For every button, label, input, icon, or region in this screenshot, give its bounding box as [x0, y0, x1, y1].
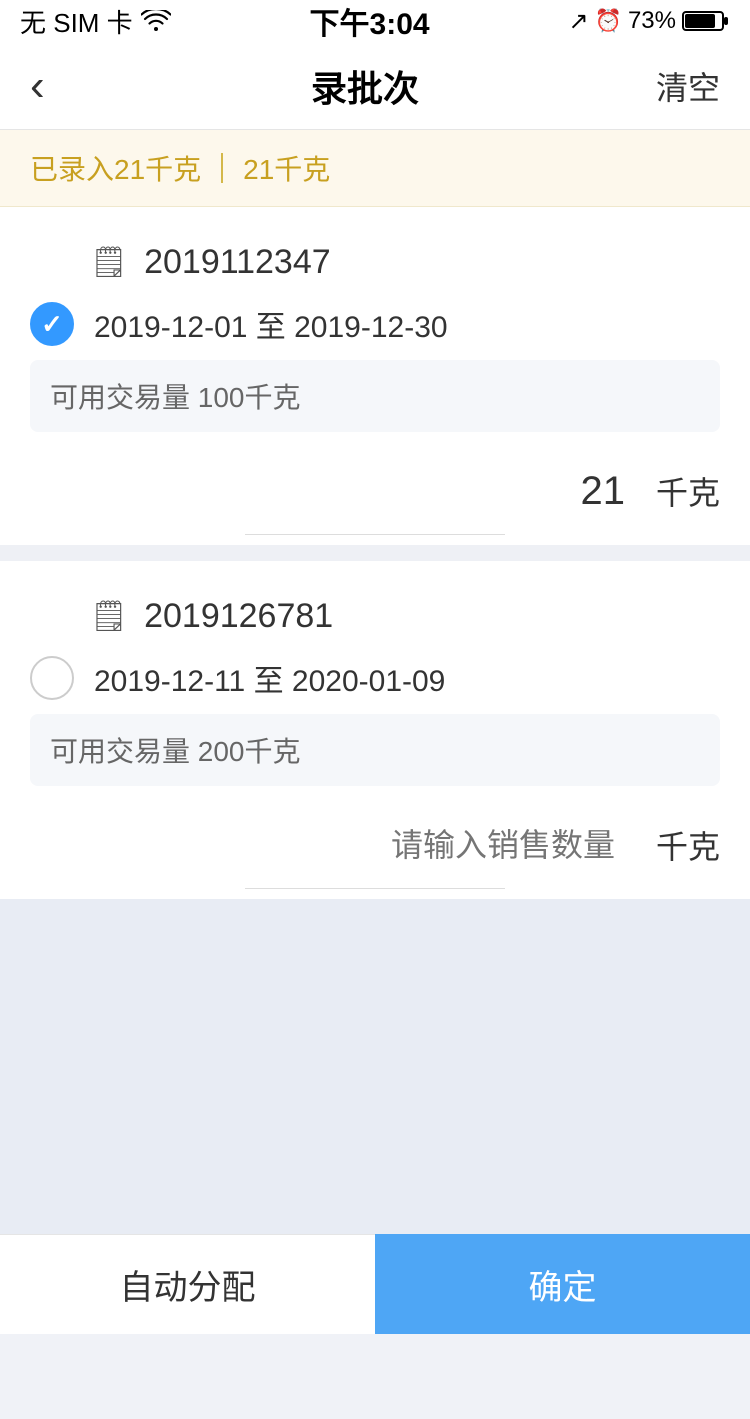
carrier-label: 无 SIM 卡 [20, 3, 133, 40]
location-icon: ↗ [568, 7, 588, 36]
auto-distribute-button[interactable]: 自动分配 [0, 1234, 375, 1334]
battery-icon [682, 9, 730, 33]
batch2-date-row: 2019-12-11 至 2020-01-09 [30, 646, 720, 710]
status-bar: 无 SIM 卡 下午3:04 ↗ ⏰ 73% [0, 0, 750, 42]
battery-percent: 73% [628, 7, 676, 35]
batch1-number: 2019112347 [144, 243, 331, 282]
status-right: ↗ ⏰ 73% [568, 7, 730, 36]
batch2-card: 🗒 2019126781 2019-12-11 至 2020-01-09 可用交… [0, 561, 750, 802]
info-tag: 已录入21千克 [30, 148, 201, 188]
info-value: 21千克 [243, 148, 330, 188]
batch2-avail: 可用交易量 200千克 [30, 714, 720, 786]
status-time: 下午3:04 [310, 0, 430, 43]
batch2-divider-wrap [0, 888, 750, 899]
batch1-doc-icon: 🗒 [90, 245, 128, 280]
batch1-radio[interactable] [30, 302, 74, 346]
batch1-card: 🗒 2019112347 2019-12-01 至 2019-12-30 可用交… [0, 207, 750, 448]
section-sep-1 [0, 545, 750, 561]
batch2-number: 2019126781 [144, 597, 333, 636]
batch1-divider-wrap [0, 534, 750, 545]
batch1-date-range: 2019-12-01 至 2019-12-30 [94, 302, 448, 346]
batch2-qty-row: 千克 [0, 802, 750, 888]
page-title: 录批次 [90, 60, 640, 112]
batch2-header: 🗒 2019126781 [30, 581, 720, 646]
back-button[interactable]: ‹ [30, 61, 90, 111]
bottom-bar: 自动分配 确定 [0, 1234, 750, 1334]
alarm-icon: ⏰ [595, 8, 622, 34]
batch2-radio[interactable] [30, 656, 74, 700]
clear-button[interactable]: 清空 [640, 63, 720, 109]
batch1-avail: 可用交易量 100千克 [30, 360, 720, 432]
batch2-doc-icon: 🗒 [90, 599, 128, 634]
batch2-qty-unit: 千克 [656, 822, 720, 868]
status-left: 无 SIM 卡 [20, 3, 171, 40]
batch1-qty-unit: 千克 [656, 468, 720, 514]
wifi-icon [141, 10, 171, 32]
info-divider [221, 153, 223, 183]
batch2-date-range: 2019-12-11 至 2020-01-09 [94, 656, 445, 700]
batch2-qty-divider [245, 888, 505, 889]
batch1-header: 🗒 2019112347 [30, 227, 720, 292]
spacer [30, 432, 720, 448]
info-banner: 已录入21千克 21千克 [0, 130, 750, 207]
batch1-qty-input[interactable] [520, 469, 640, 514]
batch1-qty-divider [245, 534, 505, 535]
nav-bar: ‹ 录批次 清空 [0, 42, 750, 130]
batch1-qty-row: 千克 [0, 448, 750, 534]
confirm-button[interactable]: 确定 [375, 1234, 750, 1334]
spacer2 [30, 786, 720, 802]
batch1-date-row: 2019-12-01 至 2019-12-30 [30, 292, 720, 356]
batch2-qty-input[interactable] [30, 827, 630, 864]
